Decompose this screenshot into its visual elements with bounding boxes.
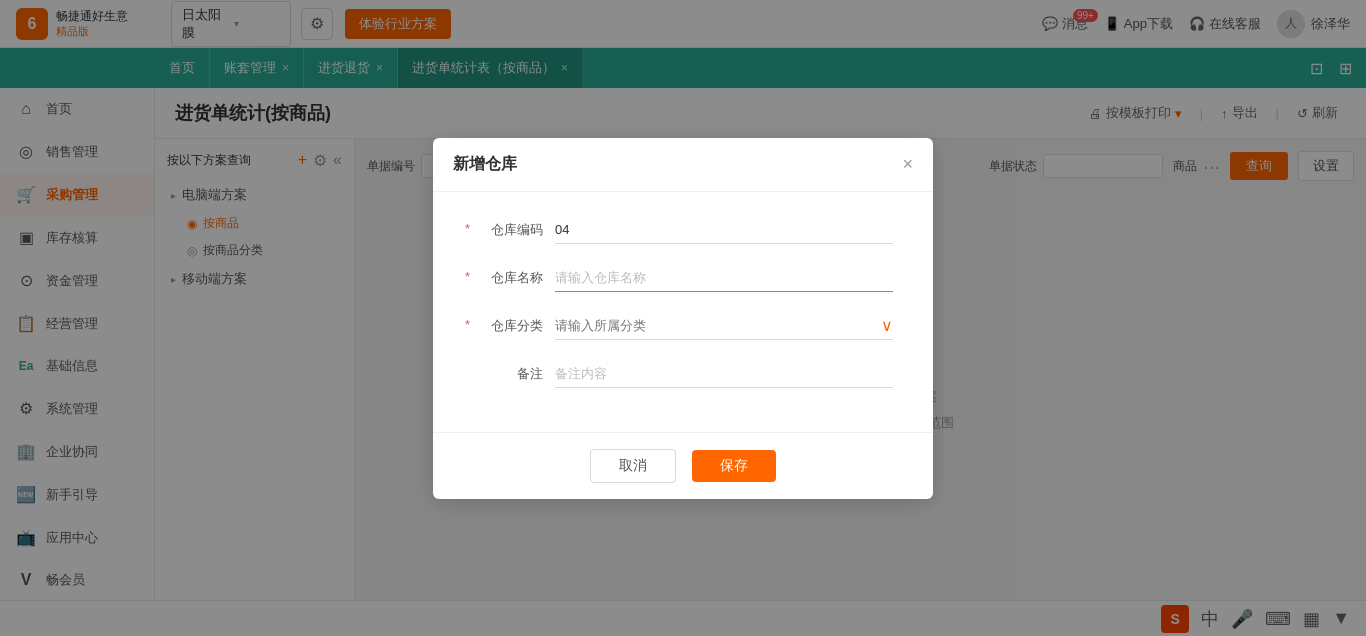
code-label: 仓库编码	[473, 221, 543, 239]
form-row-code: 仓库编码	[473, 216, 893, 244]
cancel-button[interactable]: 取消	[590, 449, 676, 483]
category-arrow-icon[interactable]: ∨	[881, 316, 893, 335]
modal-overlay[interactable]: 新增仓库 × 仓库编码 仓库名称 仓库分类 ∨ 备注	[0, 0, 1366, 636]
form-row-note: 备注	[473, 360, 893, 388]
modal-title: 新增仓库	[453, 154, 517, 175]
note-input[interactable]	[555, 360, 893, 388]
modal-header: 新增仓库 ×	[433, 138, 933, 192]
modal-add-warehouse: 新增仓库 × 仓库编码 仓库名称 仓库分类 ∨ 备注	[433, 138, 933, 499]
note-label: 备注	[473, 365, 543, 383]
form-row-name: 仓库名称	[473, 264, 893, 292]
code-input[interactable]	[555, 216, 893, 244]
modal-footer: 取消 保存	[433, 432, 933, 499]
modal-close-icon[interactable]: ×	[902, 155, 913, 173]
category-input[interactable]	[555, 312, 881, 339]
name-label: 仓库名称	[473, 269, 543, 287]
category-label: 仓库分类	[473, 317, 543, 335]
form-row-category: 仓库分类 ∨	[473, 312, 893, 340]
modal-body: 仓库编码 仓库名称 仓库分类 ∨ 备注	[433, 192, 933, 432]
name-input[interactable]	[555, 264, 893, 292]
save-button[interactable]: 保存	[692, 450, 776, 482]
category-select-wrapper[interactable]: ∨	[555, 312, 893, 340]
